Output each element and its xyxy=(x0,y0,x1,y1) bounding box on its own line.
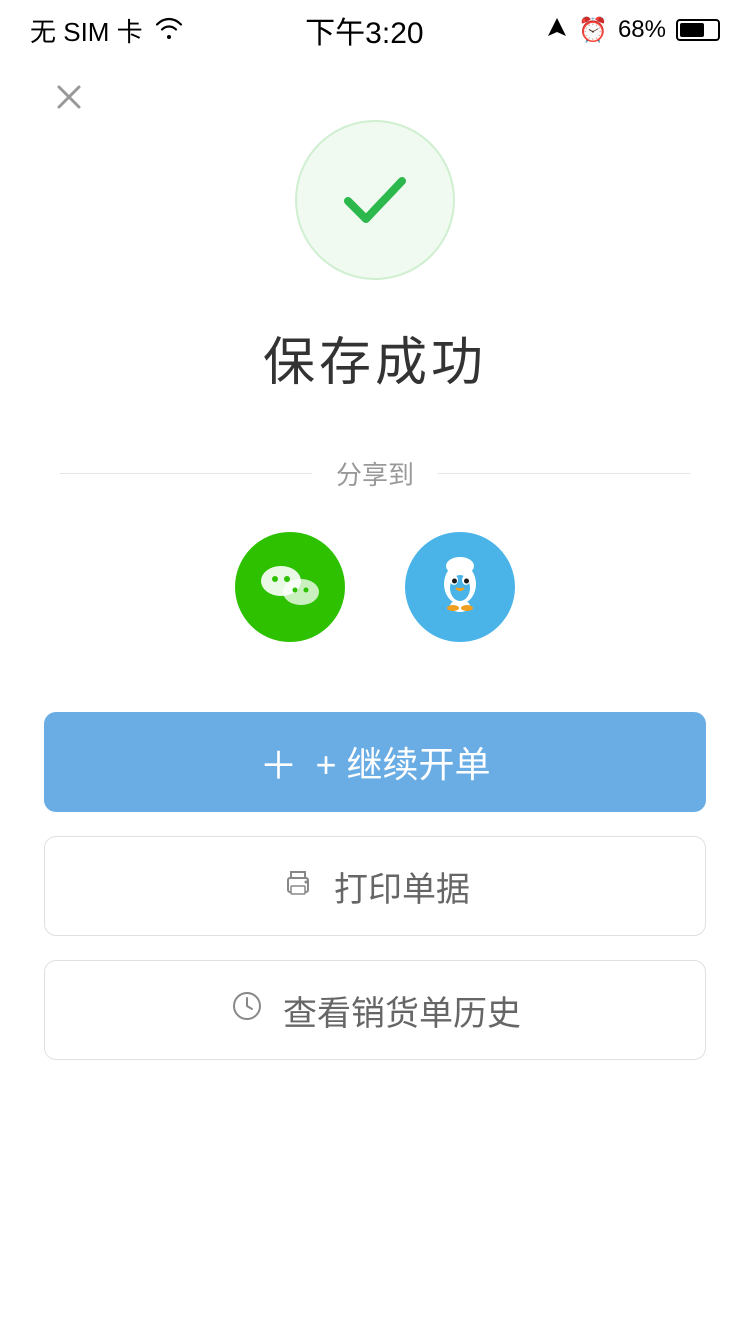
share-icons-container xyxy=(235,532,515,642)
continue-icon: ＋ xyxy=(259,735,297,790)
success-icon-circle xyxy=(295,120,455,280)
divider-right xyxy=(438,473,690,474)
alarm-icon: ⏰ xyxy=(578,16,608,45)
status-bar: 无 SIM 卡 下午3:20 ⏰ 68% xyxy=(0,0,750,60)
status-right: ⏰ 68% xyxy=(546,16,720,45)
qq-share-button[interactable] xyxy=(405,532,515,642)
wifi-icon xyxy=(155,15,183,46)
history-icon xyxy=(229,988,265,1033)
location-icon xyxy=(546,16,568,45)
success-title: 保存成功 xyxy=(263,320,487,395)
battery-percent: 68% xyxy=(618,16,666,44)
continue-label: + 继续开单 xyxy=(315,736,490,788)
status-time: 下午3:20 xyxy=(305,8,423,52)
history-label: 查看销货单历史 xyxy=(283,986,521,1035)
history-button[interactable]: 查看销货单历史 xyxy=(44,960,706,1060)
main-content: 保存成功 分享到 xyxy=(0,60,750,1060)
share-divider: 分享到 xyxy=(0,455,750,492)
divider-left xyxy=(60,473,312,474)
continue-button[interactable]: ＋ + 继续开单 xyxy=(44,712,706,812)
battery-icon xyxy=(676,19,720,41)
share-label: 分享到 xyxy=(312,455,438,492)
print-label: 打印单据 xyxy=(334,862,470,911)
wechat-share-button[interactable] xyxy=(235,532,345,642)
printer-icon xyxy=(280,864,316,909)
close-button[interactable] xyxy=(44,72,94,122)
print-button[interactable]: 打印单据 xyxy=(44,836,706,936)
status-left: 无 SIM 卡 xyxy=(30,12,183,49)
sim-status: 无 SIM 卡 xyxy=(30,12,143,49)
action-buttons-container: ＋ + 继续开单 打印单据 查看销货单历 xyxy=(0,712,750,1060)
